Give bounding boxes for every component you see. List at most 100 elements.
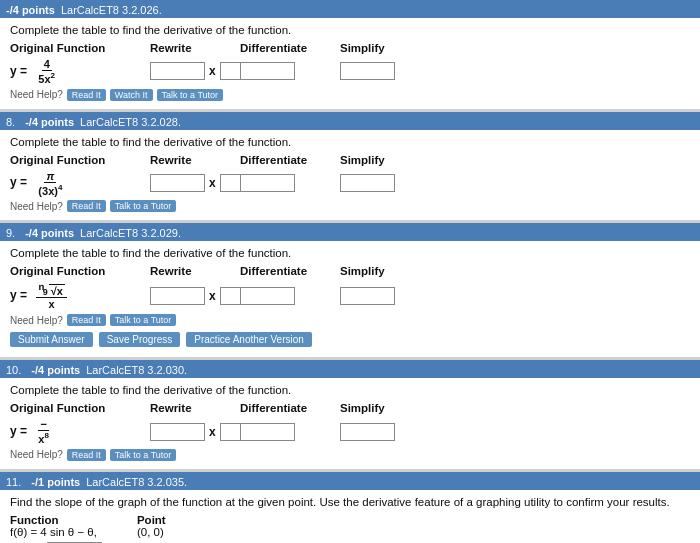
problem-10-read-btn[interactable]: Read It xyxy=(67,449,106,461)
col-header-rewrite-8: Rewrite xyxy=(150,154,240,166)
problem-8: 8. -/4 points LarCalcET8 3.2.028. Comple… xyxy=(0,112,700,221)
problem-10-differentiate xyxy=(240,423,340,441)
problem-11-point-col: Point (0, 0) xyxy=(137,514,166,538)
problem-8-source: LarCalcET8 3.2.028. xyxy=(80,116,181,128)
problem-9-instruction: Complete the table to find the derivativ… xyxy=(10,247,690,259)
problem-7-rewrite: x xyxy=(150,62,240,80)
problem-9-read-btn[interactable]: Read It xyxy=(67,314,106,326)
problem-7-differentiate xyxy=(240,62,340,80)
col-header-differentiate-10: Differentiate xyxy=(240,402,340,414)
problem-11-table: Function f(θ) = 4 sin θ − θ, Point (0, 0… xyxy=(10,514,690,538)
problem-8-differentiate-input[interactable] xyxy=(240,174,295,192)
problem-9-help: Need Help? Read It Talk to a Tutor xyxy=(10,314,690,326)
problem-7-simplify-input[interactable] xyxy=(340,62,395,80)
problem-7: -/4 points LarCalcET8 3.2.026. Complete … xyxy=(0,0,700,109)
problem-8-points: -/4 points xyxy=(25,116,74,128)
col-header-rewrite-10: Rewrite xyxy=(150,402,240,414)
problem-10-help: Need Help? Read It Talk to a Tutor xyxy=(10,449,690,461)
problem-10-differentiate-input[interactable] xyxy=(240,423,295,441)
problem-9-submit-row: Submit Answer Save Progress Practice Ano… xyxy=(10,332,690,347)
problem-9-function: y = ⁿ 9 √x x xyxy=(10,281,150,310)
col-header-original-9: Original Function xyxy=(10,265,150,277)
problem-11-instruction: Find the slope of the graph of the funct… xyxy=(10,496,690,508)
problem-10-simplify-input[interactable] xyxy=(340,423,395,441)
problem-10-rewrite: x xyxy=(150,423,240,441)
problem-7-rewrite-input[interactable] xyxy=(150,62,205,80)
problem-9-header: 9. -/4 points LarCalcET8 3.2.029. xyxy=(0,225,700,241)
problem-10-headers: Original Function Rewrite Differentiate … xyxy=(10,402,690,414)
col-header-original-10: Original Function xyxy=(10,402,150,414)
problem-8-instruction: Complete the table to find the derivativ… xyxy=(10,136,690,148)
problem-11-points: -/1 points xyxy=(31,476,80,488)
problem-9-differentiate xyxy=(240,287,340,305)
problem-7-differentiate-input[interactable] xyxy=(240,62,295,80)
col-header-simplify-9: Simplify xyxy=(340,265,420,277)
problem-11-func-header: Function xyxy=(10,514,97,526)
col-header-rewrite-9: Rewrite xyxy=(150,265,240,277)
problem-10-rewrite-input[interactable] xyxy=(150,423,205,441)
problem-7-function-row: y = 4 5x2 x xyxy=(10,58,690,85)
col-header-differentiate-8: Differentiate xyxy=(240,154,340,166)
problem-7-function: y = 4 5x2 xyxy=(10,58,150,85)
problem-11-func-value: f(θ) = 4 sin θ − θ, xyxy=(10,526,97,538)
problem-8-tutor-btn[interactable]: Talk to a Tutor xyxy=(110,200,177,212)
problem-11: 11. -/1 points LarCalcET8 3.2.035. Find … xyxy=(0,472,700,543)
problem-11-source: LarCalcET8 3.2.035. xyxy=(86,476,187,488)
problem-9-tutor-btn[interactable]: Talk to a Tutor xyxy=(110,314,177,326)
problem-10-simplify xyxy=(340,423,420,441)
problem-10: 10. -/4 points LarCalcET8 3.2.030. Compl… xyxy=(0,360,700,469)
problem-9-headers: Original Function Rewrite Differentiate … xyxy=(10,265,690,277)
problem-10-number: 10. xyxy=(6,364,21,376)
practice-button-9[interactable]: Practice Another Version xyxy=(186,332,312,347)
problem-11-func-col: Function f(θ) = 4 sin θ − θ, xyxy=(10,514,97,538)
problem-8-differentiate xyxy=(240,174,340,192)
problem-8-simplify-input[interactable] xyxy=(340,174,395,192)
problem-9-number: 9. xyxy=(6,227,15,239)
problem-11-point-header: Point xyxy=(137,514,166,526)
problem-7-read-btn[interactable]: Read It xyxy=(67,89,106,101)
problem-7-help: Need Help? Read It Watch It Talk to a Tu… xyxy=(10,89,690,101)
problem-7-points: -/4 points xyxy=(6,4,55,16)
col-header-simplify-10: Simplify xyxy=(340,402,420,414)
problem-7-headers: Original Function Rewrite Differentiate … xyxy=(10,42,690,54)
problem-8-simplify xyxy=(340,174,420,192)
problem-8-function: y = π (3x)4 xyxy=(10,170,150,197)
problem-9-source: LarCalcET8 3.2.029. xyxy=(80,227,181,239)
problem-11-header: 11. -/1 points LarCalcET8 3.2.035. xyxy=(0,474,700,490)
problem-10-points: -/4 points xyxy=(31,364,80,376)
problem-9: 9. -/4 points LarCalcET8 3.2.029. Comple… xyxy=(0,223,700,357)
problem-10-source: LarCalcET8 3.2.030. xyxy=(86,364,187,376)
col-header-simplify: Simplify xyxy=(340,42,420,54)
problem-7-simplify xyxy=(340,62,420,80)
col-header-rewrite: Rewrite xyxy=(150,42,240,54)
col-header-original-8: Original Function xyxy=(10,154,150,166)
col-header-differentiate: Differentiate xyxy=(240,42,340,54)
problem-7-watch-btn[interactable]: Watch It xyxy=(110,89,153,101)
problem-10-tutor-btn[interactable]: Talk to a Tutor xyxy=(110,449,177,461)
problem-9-points: -/4 points xyxy=(25,227,74,239)
problem-10-instruction: Complete the table to find the derivativ… xyxy=(10,384,690,396)
problem-9-function-row: y = ⁿ 9 √x x x xyxy=(10,281,690,310)
problem-9-simplify xyxy=(340,287,420,305)
problem-9-rewrite-input[interactable] xyxy=(150,287,205,305)
col-header-simplify-8: Simplify xyxy=(340,154,420,166)
col-header-differentiate-9: Differentiate xyxy=(240,265,340,277)
problem-9-rewrite: x xyxy=(150,287,240,305)
problem-10-function-row: y = − x8 x xyxy=(10,418,690,445)
problem-9-differentiate-input[interactable] xyxy=(240,287,295,305)
problem-7-instruction: Complete the table to find the derivativ… xyxy=(10,24,690,36)
submit-button-9[interactable]: Submit Answer xyxy=(10,332,93,347)
problem-7-tutor-btn[interactable]: Talk to a Tutor xyxy=(157,89,224,101)
problem-10-function: y = − x8 xyxy=(10,418,150,445)
problem-8-headers: Original Function Rewrite Differentiate … xyxy=(10,154,690,166)
problem-8-header: 8. -/4 points LarCalcET8 3.2.028. xyxy=(0,114,700,130)
problem-8-rewrite: x xyxy=(150,174,240,192)
problem-7-source: LarCalcET8 3.2.026. xyxy=(61,4,162,16)
problem-9-simplify-input[interactable] xyxy=(340,287,395,305)
problem-8-function-row: y = π (3x)4 x xyxy=(10,170,690,197)
save-button-9[interactable]: Save Progress xyxy=(99,332,181,347)
problem-8-rewrite-input[interactable] xyxy=(150,174,205,192)
problem-11-number: 11. xyxy=(6,476,21,488)
col-header-original: Original Function xyxy=(10,42,150,54)
problem-8-read-btn[interactable]: Read It xyxy=(67,200,106,212)
